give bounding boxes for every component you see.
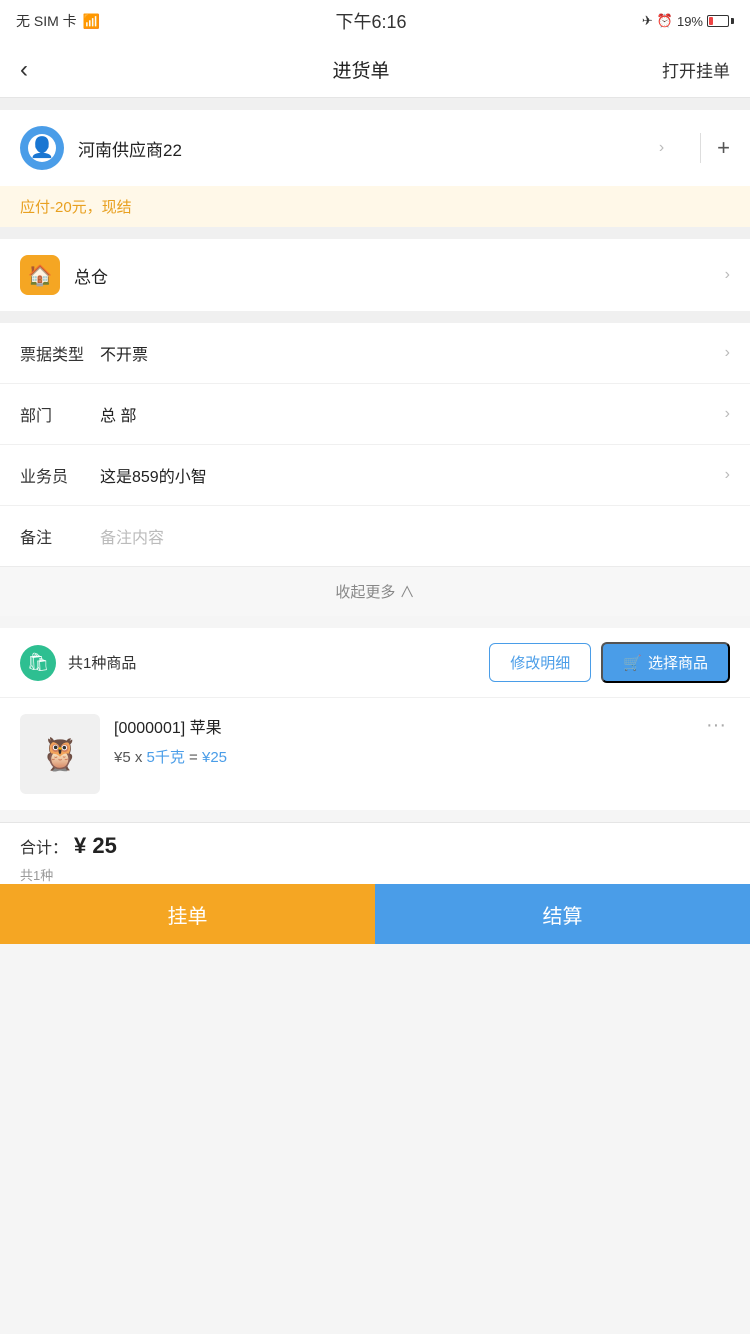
nav-bar: ‹ 进货单 打开挂单 [0,42,750,98]
avatar-person-icon: 👤 [30,138,55,158]
remark-input[interactable]: 备注内容 [100,524,730,548]
product-name: [0000001] 苹果 [114,714,702,738]
section-gap-1 [0,98,750,110]
select-label: 选择商品 [648,652,708,673]
product-more-button[interactable]: ··· [702,714,730,737]
location-icon: ✈ [642,13,653,29]
hold-label: 挂单 [168,900,208,929]
product-thumbnail: 🦉 [20,714,100,794]
collapse-label: 收起更多 ∧ [335,584,414,601]
battery-percent: 19% [677,14,703,29]
product-icon: 🛍 [20,645,56,681]
warehouse-chevron-icon: › [725,266,730,284]
supplier-chevron-icon: › [659,139,664,157]
checkout-label: 结算 [543,900,583,929]
bottom-actions: 挂单 结算 [0,884,750,944]
product-header: 🛍 共1种商品 修改明细 🛒 选择商品 [0,628,750,698]
sales-label: 业务员 [20,463,100,487]
product-item: 🦉 [0000001] 苹果 ¥5 x 5千克 = ¥25 ··· [0,698,750,810]
cart-icon: 🛍 [27,652,50,673]
product-info: [0000001] 苹果 ¥5 x 5千克 = ¥25 [114,714,702,767]
warehouse-name: 总仓 [74,263,725,288]
dept-row[interactable]: 部门 总 部 › [0,383,750,444]
bottom-summary: 合计： ¥ 25 [0,823,750,863]
section-gap-2 [0,227,750,239]
invoice-label: 票据类型 [20,341,100,365]
select-product-button[interactable]: 🛒 选择商品 [601,642,730,683]
alarm-icon: ⏰ [657,13,673,29]
page-title: 进货单 [332,56,389,83]
status-right: ✈ ⏰ 19% [642,13,734,29]
checkout-button[interactable]: 结算 [375,884,750,944]
product-quantity: 5千克 [147,749,185,766]
product-multiply: x [135,749,147,766]
total-label: 合计： [20,834,68,858]
remark-row[interactable]: 备注 备注内容 [0,505,750,566]
dept-value: 总 部 [100,402,725,426]
footer-gap [0,810,750,822]
warehouse-card: 🏠 总仓 › [0,239,750,311]
status-time: 下午6:16 [335,8,406,34]
supplier-row[interactable]: 👤 河南供应商22 › + [0,110,750,186]
edit-detail-button[interactable]: 修改明细 [489,643,591,682]
sim-status: 无 SIM 卡 [16,11,77,31]
sales-chevron-icon: › [725,466,730,484]
product-price-row: ¥5 x 5千克 = ¥25 [114,746,702,767]
collapse-button[interactable]: 收起更多 ∧ [0,566,750,616]
summary-count: 共1种 [0,865,750,884]
product-section: 🛍 共1种商品 修改明细 🛒 选择商品 🦉 [0000001] 苹果 ¥5 x … [0,628,750,810]
credit-banner: 应付-20元，现结 [0,186,750,227]
invoice-type-row[interactable]: 票据类型 不开票 › [0,323,750,383]
back-button[interactable]: ‹ [20,56,60,84]
warehouse-icon-symbol: 🏠 [28,263,53,288]
product-equals: = [189,749,202,766]
product-total: ¥25 [202,749,227,766]
battery-icon [707,15,734,27]
sales-value: 这是859的小智 [100,463,725,487]
status-bar: 无 SIM 卡 📶 下午6:16 ✈ ⏰ 19% [0,0,750,42]
form-card: 票据类型 不开票 › 部门 总 部 › 业务员 这是859的小智 › 备注 备注… [0,323,750,566]
invoice-chevron-icon: › [725,344,730,362]
product-count-text: 共1种商品 [68,652,489,673]
dept-label: 部门 [20,402,100,426]
open-hold-button[interactable]: 打开挂单 [662,57,730,82]
hold-button[interactable]: 挂单 [0,884,375,944]
add-supplier-button[interactable]: + [717,135,730,161]
warehouse-row[interactable]: 🏠 总仓 › [0,239,750,311]
warehouse-icon: 🏠 [20,255,60,295]
dept-chevron-icon: › [725,405,730,423]
wifi-icon: 📶 [83,13,100,30]
supplier-avatar: 👤 [20,126,64,170]
supplier-divider [700,133,701,163]
supplier-name: 河南供应商22 [78,136,659,161]
select-icon: 🛒 [623,654,642,672]
section-gap-3 [0,311,750,323]
invoice-value: 不开票 [100,341,725,365]
sales-row[interactable]: 业务员 这是859的小智 › [0,444,750,505]
product-price: ¥5 [114,749,131,766]
supplier-card: 👤 河南供应商22 › + 应付-20元，现结 [0,110,750,227]
credit-text: 应付-20元，现结 [20,199,132,216]
product-thumb-icon: 🦉 [40,735,80,773]
total-amount: ¥ 25 [74,833,117,859]
status-left: 无 SIM 卡 📶 [16,11,100,31]
remark-label: 备注 [20,524,100,548]
bottom-bar: 合计： ¥ 25 共1种 挂单 结算 [0,822,750,944]
